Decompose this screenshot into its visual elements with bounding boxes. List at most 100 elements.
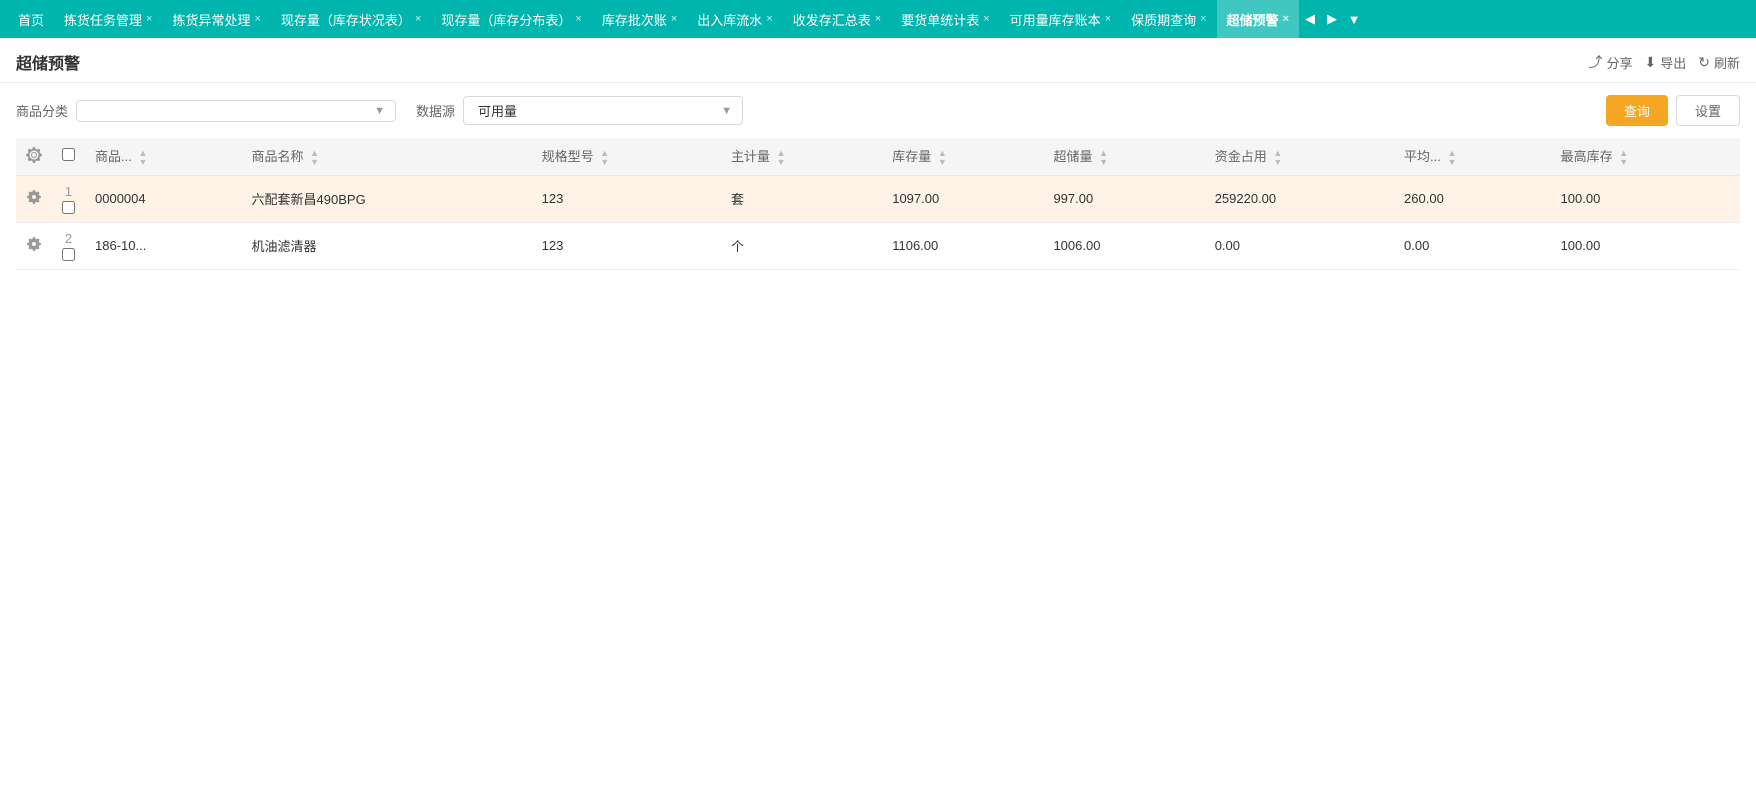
page-title: 超储预警 [16,50,80,74]
sort-avg-icon: ▲ ▼ [1448,149,1457,167]
table-row: 2 186-10... 机油滤清器 123 个 1106.00 1006.00 … [16,222,1740,269]
row-overstock-0: 997.00 [1043,175,1204,222]
share-icon: ⤴ [1588,52,1602,72]
row-avg-0: 260.00 [1394,175,1551,222]
row-checkbox-0[interactable] [62,201,75,214]
nav-item-inout[interactable]: 出入库流水 × [687,0,782,38]
row-code-0: 0000004 [85,175,242,222]
row-capital-0: 259220.00 [1205,175,1394,222]
row-name-0: 六配套新昌490BPG [242,175,532,222]
sort-capital-icon: ▲ ▼ [1273,149,1282,167]
table-body: 1 0000004 六配套新昌490BPG 123 套 1097.00 997.… [16,175,1740,269]
row-spec-0: 123 [532,175,721,222]
row-avg-1: 0.00 [1394,222,1551,269]
nav-item-abnormal[interactable]: 拣货异常处理 × [162,0,270,38]
category-filter: 商品分类 ▼ [16,100,396,122]
filter-actions: 查询 设置 [1606,95,1740,126]
nav-close-available[interactable]: × [1105,13,1111,25]
col-maxstock-header[interactable]: 最高库存 ▲ ▼ [1551,138,1740,175]
sort-name-icon: ▲ ▼ [310,149,319,167]
nav-close-summary[interactable]: × [875,13,881,25]
page-header: 超储预警 ⤴ 分享 ⬇ 导出 ↻ 刷新 [0,38,1756,83]
settings-icon [26,147,42,163]
select-all-checkbox[interactable] [62,148,75,161]
nav-item-home[interactable]: 首页 [8,0,54,38]
row-capital-1: 0.00 [1205,222,1394,269]
nav-item-summary[interactable]: 收发存汇总表 × [783,0,891,38]
category-select[interactable]: ▼ [76,100,396,122]
nav-item-batch[interactable]: 库存批次账 × [592,0,687,38]
sort-unit-icon: ▲ ▼ [777,149,786,167]
row-unit-1: 个 [721,222,882,269]
col-capital-header[interactable]: 资金占用 ▲ ▼ [1205,138,1394,175]
nav-close-batch[interactable]: × [671,13,677,25]
nav-close-order-stats[interactable]: × [983,13,989,25]
page-container: 超储预警 ⤴ 分享 ⬇ 导出 ↻ 刷新 商品分类 ▼ 数据源 [0,38,1756,800]
datasource-value: 可用量 [478,101,517,120]
row-name-1: 机油滤清器 [242,222,532,269]
row-gear-1[interactable] [16,222,52,269]
col-unit-header[interactable]: 主计量 ▲ ▼ [721,138,882,175]
table-header-row: 商品... ▲ ▼ 商品名称 ▲ ▼ 规格型号 [16,138,1740,175]
col-spec-header[interactable]: 规格型号 ▲ ▼ [532,138,721,175]
export-button[interactable]: ⬇ 导出 [1645,53,1687,72]
query-button[interactable]: 查询 [1606,95,1668,126]
nav-item-stock-dist[interactable]: 现存量（库存分布表） × [431,0,591,38]
category-label: 商品分类 [16,101,68,120]
datasource-label: 数据源 [416,101,455,120]
nav-close-task[interactable]: × [146,13,152,25]
share-button[interactable]: ⤴ 分享 [1588,52,1632,72]
row-gear-icon-0 [27,190,41,204]
row-code-1: 186-10... [85,222,242,269]
col-overstock-header[interactable]: 超储量 ▲ ▼ [1043,138,1204,175]
nav-close-stock-dist[interactable]: × [575,13,581,25]
refresh-button[interactable]: ↻ 刷新 [1698,53,1740,72]
row-unit-0: 套 [721,175,882,222]
nav-more-arrow[interactable]: ▼ [1343,0,1365,38]
nav-item-available[interactable]: 可用量库存账本 × [1000,0,1121,38]
table-row: 1 0000004 六配套新昌490BPG 123 套 1097.00 997.… [16,175,1740,222]
row-overstock-1: 1006.00 [1043,222,1204,269]
nav-close-abnormal[interactable]: × [254,13,260,25]
nav-next-arrow[interactable]: ▶ [1321,0,1343,38]
settings-button[interactable]: 设置 [1676,95,1740,126]
nav-close-stock-status[interactable]: × [415,13,421,25]
nav-item-task[interactable]: 拣货任务管理 × [54,0,162,38]
data-table: 商品... ▲ ▼ 商品名称 ▲ ▼ 规格型号 [16,138,1740,270]
row-stock-0: 1097.00 [882,175,1043,222]
col-code-header[interactable]: 商品... ▲ ▼ [85,138,242,175]
nav-close-expiry[interactable]: × [1200,13,1206,25]
nav-item-expiry[interactable]: 保质期查询 × [1121,0,1216,38]
nav-item-overstock[interactable]: 超储预警 × [1217,0,1299,38]
row-maxstock-0: 100.00 [1551,175,1740,222]
nav-close-overstock[interactable]: × [1283,13,1289,25]
col-gear[interactable] [16,138,52,175]
sort-stock-icon: ▲ ▼ [938,149,947,167]
datasource-filter: 数据源 可用量 ▼ [416,96,743,125]
col-name-header[interactable]: 商品名称 ▲ ▼ [242,138,532,175]
table-container: 商品... ▲ ▼ 商品名称 ▲ ▼ 规格型号 [0,138,1756,270]
category-dropdown-icon: ▼ [374,105,385,117]
row-spec-1: 123 [532,222,721,269]
col-checkbox-header[interactable] [52,138,85,175]
header-actions: ⤴ 分享 ⬇ 导出 ↻ 刷新 [1588,52,1740,72]
row-stock-1: 1106.00 [882,222,1043,269]
export-icon: ⬇ [1645,54,1657,71]
row-gear-0[interactable] [16,175,52,222]
datasource-select[interactable]: 可用量 ▼ [463,96,743,125]
sort-maxstock-icon: ▲ ▼ [1619,149,1628,167]
row-checkbox-1[interactable] [62,248,75,261]
row-num-0: 1 [52,175,85,222]
row-maxstock-1: 100.00 [1551,222,1740,269]
nav-item-order-stats[interactable]: 要货单统计表 × [891,0,999,38]
filter-area: 商品分类 ▼ 数据源 可用量 ▼ 查询 设置 [0,83,1756,138]
col-stock-header[interactable]: 库存量 ▲ ▼ [882,138,1043,175]
nav-prev-arrow[interactable]: ◀ [1299,0,1321,38]
sort-overstock-icon: ▲ ▼ [1099,149,1108,167]
row-num-1: 2 [52,222,85,269]
nav-item-stock-status[interactable]: 现存量（库存状况表） × [271,0,431,38]
sort-spec-icon: ▲ ▼ [600,149,609,167]
refresh-icon: ↻ [1698,54,1710,71]
nav-close-inout[interactable]: × [766,13,772,25]
col-avg-header[interactable]: 平均... ▲ ▼ [1394,138,1551,175]
